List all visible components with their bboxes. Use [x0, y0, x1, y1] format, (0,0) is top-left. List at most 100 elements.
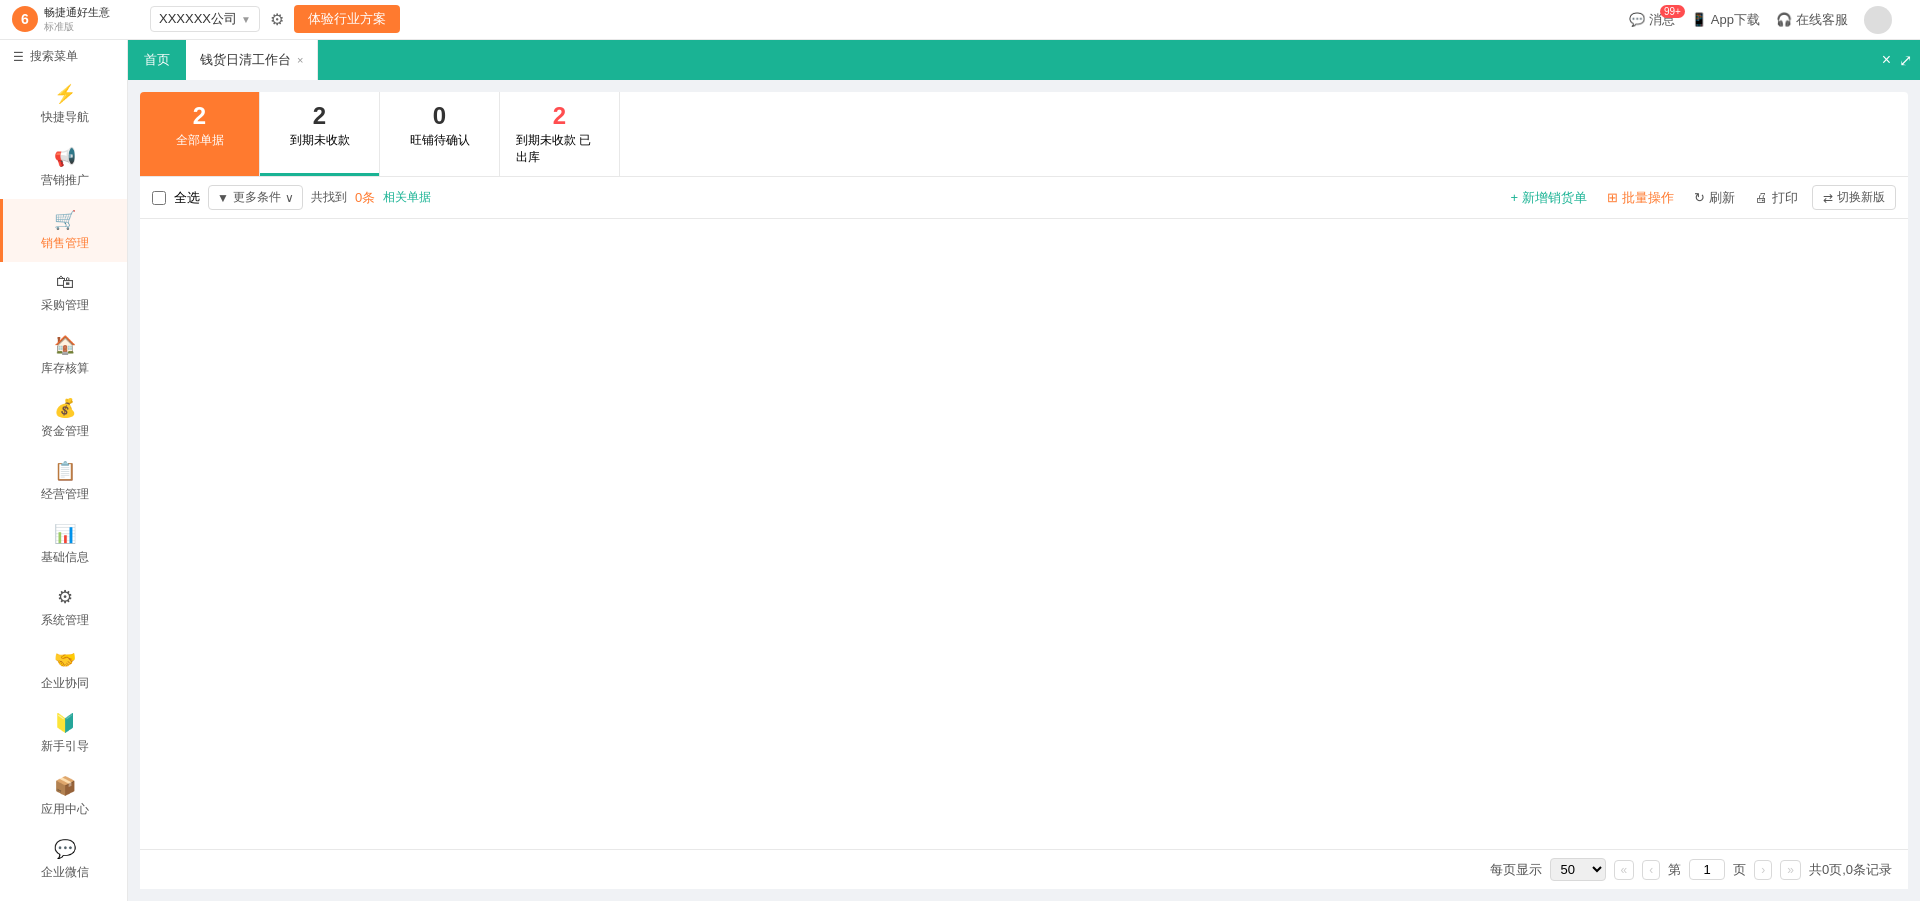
content-area: 首页 钱货日清工作台 × × ⤢ 2 全部单据 2 — [128, 40, 1920, 901]
filter-icon: ▼ — [217, 191, 229, 205]
company-selector[interactable]: XXXXXX公司 ▼ — [150, 6, 260, 32]
sidebar-item-label: 采购管理 — [41, 297, 89, 314]
app-name: 畅捷通好生意 — [44, 5, 110, 19]
last-page-btn[interactable]: » — [1780, 860, 1801, 880]
sidebar-item-quick-nav[interactable]: ⚡ 快捷导航 — [0, 73, 127, 136]
sidebar-item-finance[interactable]: 💰 资金管理 — [0, 387, 127, 450]
pagination-bar: 每页显示 50 10 20 100 « ‹ 第 页 › » 共0页,0条记录 — [140, 849, 1908, 889]
switch-new-version-btn[interactable]: ⇄ 切换新版 — [1812, 185, 1896, 210]
stat-label-all: 全部单据 — [176, 132, 224, 149]
stat-num-pending: 0 — [433, 102, 446, 130]
operations-icon: 📋 — [54, 460, 76, 482]
search-menu-label: 搜索菜单 — [30, 48, 78, 65]
filter-arrow-icon: ∨ — [285, 191, 294, 205]
add-btn[interactable]: + 新增销货单 — [1504, 186, 1593, 210]
stat-tab-overdue-out[interactable]: 2 到期未收款 已出库 — [500, 92, 620, 176]
sidebar-item-operations[interactable]: 📋 经营管理 — [0, 450, 127, 513]
prev-page-btn[interactable]: ‹ — [1642, 860, 1660, 880]
home-tab-label: 首页 — [144, 51, 170, 69]
purchase-icon: 🛍 — [56, 272, 74, 293]
search-menu-item[interactable]: ☰ 搜索菜单 — [0, 40, 127, 73]
logo-area: 6 畅捷通好生意 标准版 — [12, 5, 140, 33]
next-page-btn[interactable]: › — [1754, 860, 1772, 880]
toolbar: 全选 ▼ 更多条件 ∨ 共找到 0条 相关单据 + 新增销货单 — [140, 177, 1908, 219]
per-page-select[interactable]: 50 10 20 100 — [1550, 858, 1606, 881]
related-text[interactable]: 相关单据 — [383, 189, 431, 206]
stat-label-overdue: 到期未收款 — [290, 132, 350, 149]
print-label: 打印 — [1772, 189, 1798, 207]
tab-bar-actions: × ⤢ — [1874, 51, 1920, 70]
sidebar-item-label: 快捷导航 — [41, 109, 89, 126]
refresh-btn[interactable]: ↻ 刷新 — [1688, 186, 1741, 210]
toolbar-left: 全选 ▼ 更多条件 ∨ 共找到 0条 相关单据 — [152, 185, 1496, 210]
trial-button[interactable]: 体验行业方案 — [294, 5, 400, 33]
enterprise-icon: 🤝 — [54, 649, 76, 671]
app-tag: 标准版 — [44, 20, 110, 34]
sidebar-item-inventory[interactable]: 🏠 库存核算 — [0, 324, 127, 387]
table-area — [140, 219, 1908, 849]
sidebar-item-label: 库存核算 — [41, 360, 89, 377]
tab-bar: 首页 钱货日清工作台 × × ⤢ — [128, 40, 1920, 80]
sidebar-item-label: 应用中心 — [41, 801, 89, 818]
tab-home[interactable]: 首页 — [128, 40, 186, 80]
sidebar-item-sales[interactable]: 🛒 销售管理 — [0, 199, 127, 262]
stat-label-overdue-out: 到期未收款 已出库 — [516, 132, 603, 166]
sidebar-item-enterprise[interactable]: 🤝 企业协同 — [0, 639, 127, 702]
sidebar-item-label: 企业微信 — [41, 864, 89, 881]
stat-tab-all[interactable]: 2 全部单据 — [140, 92, 260, 176]
marketing-icon: 📢 — [54, 146, 76, 168]
avatar[interactable] — [1864, 6, 1892, 34]
online-service-btn[interactable]: 🎧 在线客服 — [1776, 11, 1848, 29]
sidebar-item-member[interactable]: ♛ 畅会员 — [0, 891, 127, 901]
refresh-icon: ↻ — [1694, 190, 1705, 205]
app-download-label: App下载 — [1711, 11, 1760, 29]
expand-tab-button[interactable]: ⤢ — [1899, 51, 1912, 70]
add-icon: + — [1510, 190, 1518, 205]
tab-close-icon[interactable]: × — [297, 54, 303, 66]
page-suffix: 页 — [1733, 861, 1746, 879]
stat-tab-pending[interactable]: 0 旺铺待确认 — [380, 92, 500, 176]
sidebar-item-marketing[interactable]: 📢 营销推广 — [0, 136, 127, 199]
filter-label: 更多条件 — [233, 189, 281, 206]
tab-label: 钱货日清工作台 — [200, 51, 291, 69]
sidebar-item-basic-info[interactable]: 📊 基础信息 — [0, 513, 127, 576]
sidebar-item-system[interactable]: ⚙ 系统管理 — [0, 576, 127, 639]
sidebar-item-label: 营销推广 — [41, 172, 89, 189]
tab-qhrc[interactable]: 钱货日清工作台 × — [186, 40, 318, 80]
system-icon: ⚙ — [57, 586, 73, 608]
message-btn[interactable]: 💬 消息 99+ — [1629, 11, 1675, 29]
filter-button[interactable]: ▼ 更多条件 ∨ — [208, 185, 303, 210]
select-all-checkbox[interactable] — [152, 191, 166, 205]
online-service-label: 在线客服 — [1796, 11, 1848, 29]
stat-num-overdue: 2 — [313, 102, 326, 130]
print-icon: 🖨 — [1755, 190, 1768, 205]
switch-icon: ⇄ — [1823, 191, 1833, 205]
print-btn[interactable]: 🖨 打印 — [1749, 186, 1804, 210]
sidebar-item-label: 企业协同 — [41, 675, 89, 692]
batch-icon: ⊞ — [1607, 190, 1618, 205]
stat-tab-overdue[interactable]: 2 到期未收款 — [260, 92, 380, 176]
sidebar-item-app-center[interactable]: 📦 应用中心 — [0, 765, 127, 828]
select-all-label: 全选 — [174, 189, 200, 207]
close-tab-button[interactable]: × — [1882, 51, 1891, 69]
sidebar-item-wechat[interactable]: 💬 企业微信 — [0, 828, 127, 891]
stat-num-all: 2 — [193, 102, 206, 130]
batch-btn[interactable]: ⊞ 批量操作 — [1601, 186, 1680, 210]
found-num: 0条 — [355, 189, 375, 207]
settings-icon[interactable]: ⚙ — [270, 10, 284, 29]
main-layout: ☰ 搜索菜单 ⚡ 快捷导航 📢 营销推广 🛒 销售管理 🛍 采购管理 🏠 库存核… — [0, 40, 1920, 901]
logo-icon: 6 — [12, 6, 38, 32]
headset-icon: 🎧 — [1776, 12, 1792, 27]
batch-label: 批量操作 — [1622, 189, 1674, 207]
sidebar-item-label: 基础信息 — [41, 549, 89, 566]
toolbar-right: + 新增销货单 ⊞ 批量操作 ↻ 刷新 🖨 打印 — [1504, 185, 1896, 210]
stats-tabs: 2 全部单据 2 到期未收款 0 旺铺待确认 2 到期未收款 已出库 — [140, 92, 1908, 177]
topbar-right: 💬 消息 99+ 📱 App下载 🎧 在线客服 — [1629, 6, 1908, 34]
sidebar-item-guide[interactable]: 🔰 新手引导 — [0, 702, 127, 765]
first-page-btn[interactable]: « — [1614, 860, 1635, 880]
sidebar-item-purchase[interactable]: 🛍 采购管理 — [0, 262, 127, 324]
stat-num-overdue-out: 2 — [553, 102, 566, 130]
current-page-input[interactable] — [1689, 859, 1725, 880]
refresh-label: 刷新 — [1709, 189, 1735, 207]
app-download-btn[interactable]: 📱 App下载 — [1691, 11, 1760, 29]
